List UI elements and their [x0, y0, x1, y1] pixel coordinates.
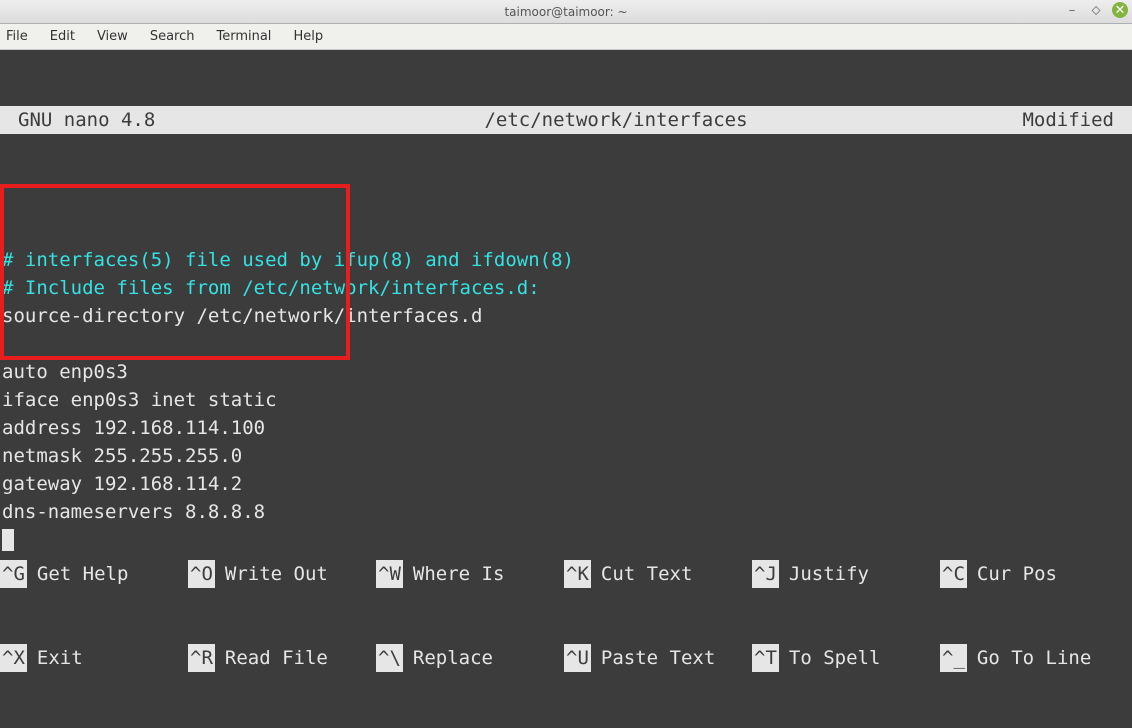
shortcut-justify[interactable]: ^JJustify: [752, 560, 940, 588]
comment-line: # Include files from /etc/network/interf…: [2, 277, 540, 299]
shortcut-key: ^X: [0, 644, 27, 672]
shortcut-cur-pos[interactable]: ^CCur Pos: [940, 560, 1128, 588]
shortcut-key: ^J: [752, 560, 779, 588]
shortcut-paste-text[interactable]: ^UPaste Text: [564, 644, 752, 672]
config-line: iface enp0s3 inet static: [2, 389, 277, 411]
config-line: netmask 255.255.255.0: [2, 445, 242, 467]
nano-file-path: /etc/network/interfaces: [300, 106, 932, 134]
shortcut-label: To Spell: [779, 644, 881, 672]
shortcut-read-file[interactable]: ^RRead File: [188, 644, 376, 672]
shortcut-key: ^T: [752, 644, 779, 672]
config-line: address 192.168.114.100: [2, 417, 265, 439]
config-line: auto enp0s3: [2, 361, 128, 383]
menu-terminal[interactable]: Terminal: [216, 29, 271, 44]
shortcut-key: ^G: [0, 560, 27, 588]
shortcut-key: ^K: [564, 560, 591, 588]
terminal-area[interactable]: GNU nano 4.8 /etc/network/interfaces Mod…: [0, 50, 1132, 728]
window-title: taimoor@taimoor: ~: [504, 5, 627, 19]
menu-file[interactable]: File: [6, 29, 28, 44]
nano-app-name: GNU nano 4.8: [0, 106, 300, 134]
shortcut-key: ^U: [564, 644, 591, 672]
maximize-button[interactable]: ⬦: [1088, 2, 1104, 18]
close-icon: ✕: [1115, 3, 1126, 18]
shortcut-key: ^O: [188, 560, 215, 588]
menu-search[interactable]: Search: [150, 29, 195, 44]
shortcut-label: Read File: [215, 644, 328, 672]
menu-edit[interactable]: Edit: [50, 29, 75, 44]
menu-help[interactable]: Help: [293, 29, 323, 44]
close-button[interactable]: ✕: [1112, 2, 1128, 18]
minimize-icon: –: [1069, 3, 1076, 18]
comment-line: # interfaces(5) file used by ifup(8) and…: [2, 249, 574, 271]
menubar: File Edit View Search Terminal Help: [0, 24, 1132, 50]
shortcut-key: ^C: [940, 560, 967, 588]
nano-shortcuts: ^GGet Help ^OWrite Out ^WWhere Is ^KCut …: [0, 504, 1132, 728]
shortcut-where-is[interactable]: ^WWhere Is: [376, 560, 564, 588]
shortcut-key: ^R: [188, 644, 215, 672]
menu-view[interactable]: View: [97, 29, 128, 44]
shortcut-replace[interactable]: ^\Replace: [376, 644, 564, 672]
shortcut-to-spell[interactable]: ^TTo Spell: [752, 644, 940, 672]
window-titlebar: taimoor@taimoor: ~ – ⬦ ✕: [0, 0, 1132, 24]
shortcut-label: Paste Text: [591, 644, 715, 672]
shortcut-get-help[interactable]: ^GGet Help: [0, 560, 188, 588]
shortcut-key: ^\: [376, 644, 403, 672]
shortcut-label: Exit: [27, 644, 83, 672]
shortcut-cut-text[interactable]: ^KCut Text: [564, 560, 752, 588]
shortcut-label: Cut Text: [591, 560, 693, 588]
config-line: gateway 192.168.114.2: [2, 473, 242, 495]
maximize-icon: ⬦: [1091, 3, 1100, 18]
shortcut-label: Go To Line: [967, 644, 1091, 672]
shortcut-write-out[interactable]: ^OWrite Out: [188, 560, 376, 588]
nano-state: Modified: [932, 106, 1132, 134]
shortcut-exit[interactable]: ^XExit: [0, 644, 188, 672]
nano-header: GNU nano 4.8 /etc/network/interfaces Mod…: [0, 106, 1132, 134]
window-controls: – ⬦ ✕: [1064, 2, 1128, 18]
shortcut-key: ^W: [376, 560, 403, 588]
shortcut-label: Cur Pos: [967, 560, 1057, 588]
shortcut-key: ^_: [940, 644, 967, 672]
shortcut-label: Get Help: [27, 560, 129, 588]
minimize-button[interactable]: –: [1064, 2, 1080, 18]
shortcut-label: Write Out: [215, 560, 328, 588]
config-line: source-directory /etc/network/interfaces…: [2, 305, 482, 327]
shortcut-go-to-line[interactable]: ^_Go To Line: [940, 644, 1128, 672]
shortcut-label: Justify: [779, 560, 869, 588]
shortcut-label: Replace: [403, 644, 493, 672]
shortcut-label: Where Is: [403, 560, 505, 588]
